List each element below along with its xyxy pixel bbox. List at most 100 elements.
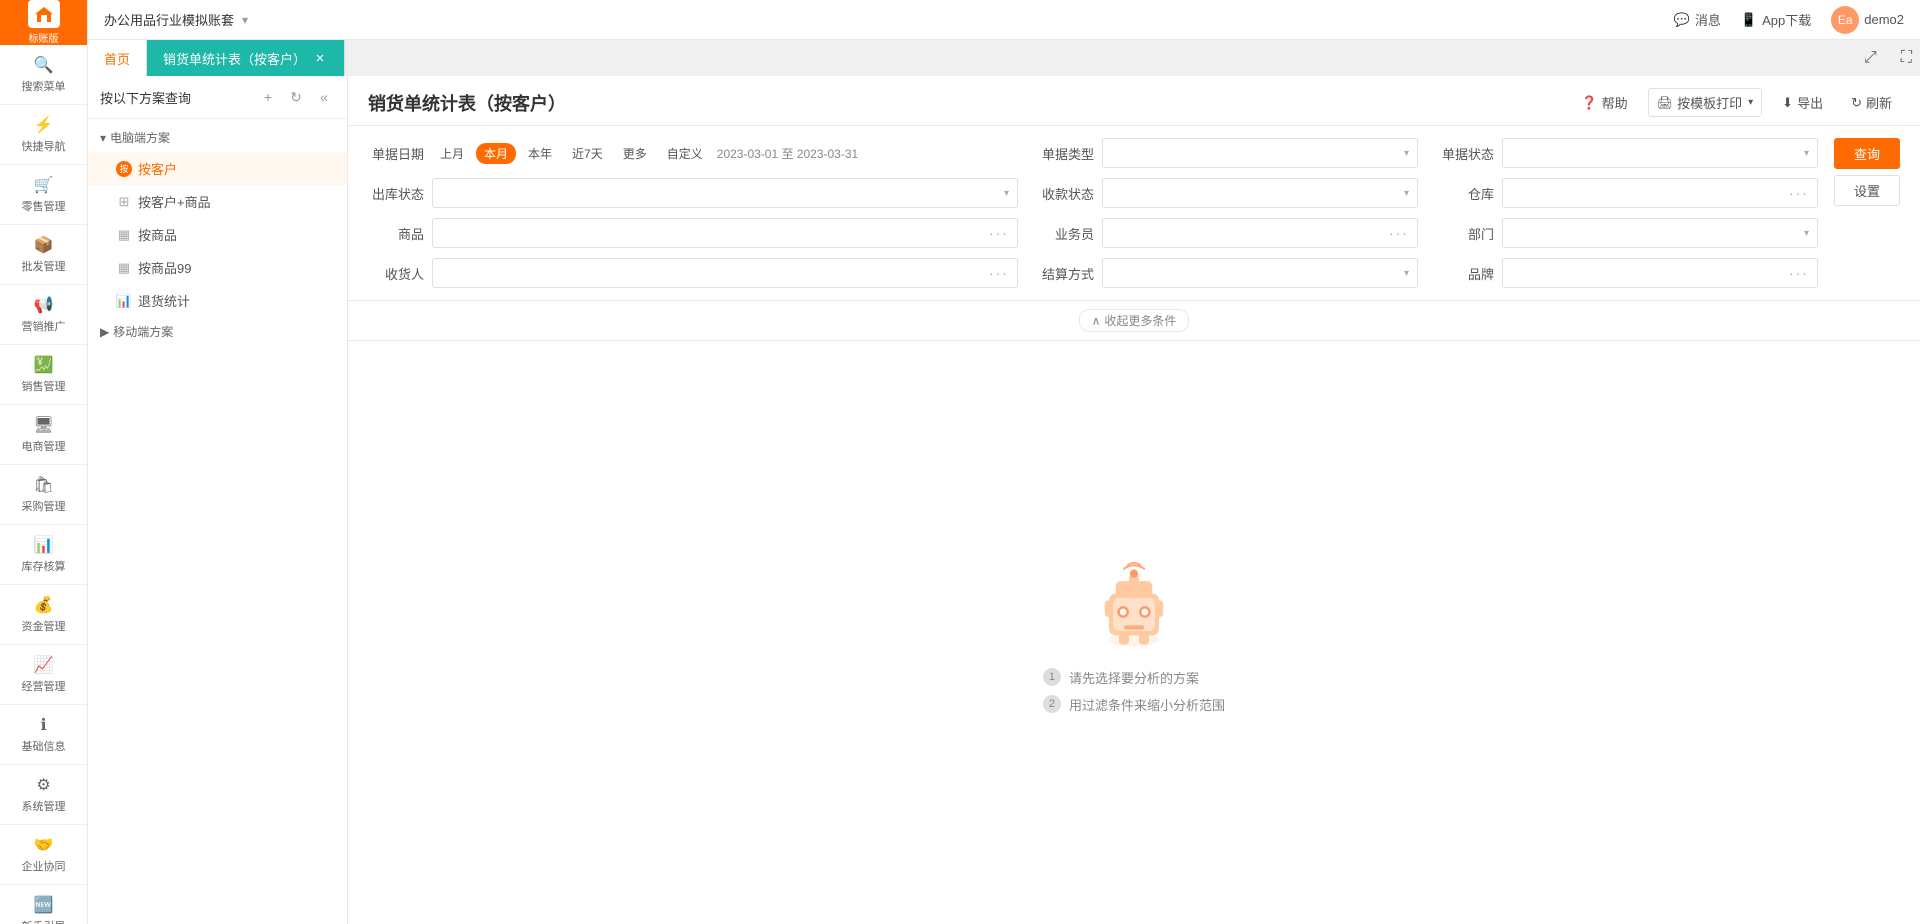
main-area: 办公用品行业模拟账套 ▾ 💬 消息 📱 App下载 Ea demo2 首页: [88, 0, 1920, 924]
sidebar-item-system[interactable]: ⚙ 系统管理: [0, 765, 87, 825]
logo-text: 标账版: [29, 30, 59, 45]
sidebar-item-marketing[interactable]: 📢 营销推广: [0, 285, 87, 345]
date-tab-custom[interactable]: 自定义: [659, 143, 711, 164]
filter-row-1: 单据日期 上月 本月 本年 近7天 更多 自定义: [368, 138, 1818, 168]
sidebar-item-purchase[interactable]: 🛍 采购管理: [0, 465, 87, 525]
scheme-group-mobile-label: 移动端方案: [113, 323, 173, 340]
nav-icon: ⚡: [34, 115, 54, 135]
scheme-by-product99-icon: ▦: [116, 260, 132, 276]
app-download-action[interactable]: 📱 App下载: [1741, 10, 1811, 29]
date-tab-7days[interactable]: 近7天: [564, 143, 611, 164]
date-tab-more[interactable]: 更多: [615, 143, 655, 164]
receiver-input[interactable]: ···: [432, 258, 1018, 288]
collapse-row: ∧ 收起更多条件: [348, 301, 1920, 341]
department-label: 部门: [1438, 224, 1494, 243]
stock-status-label: 出库状态: [368, 184, 424, 203]
payment-method-select[interactable]: ▾: [1102, 258, 1418, 288]
payment-method-arrow-icon: ▾: [1404, 268, 1409, 279]
search-icon: 🔍: [34, 55, 54, 75]
sidebar-item-search[interactable]: 🔍 搜索菜单: [0, 45, 87, 105]
help-label: 帮助: [1602, 93, 1628, 112]
scheme-item-customer-product[interactable]: ⊞ 按客户+商品: [88, 185, 347, 218]
date-tab-this-year[interactable]: 本年: [520, 143, 560, 164]
order-status-label: 单据状态: [1438, 144, 1494, 163]
scheme-by-customer-label: 按客户: [138, 159, 177, 178]
sidebar-item-nav[interactable]: ⚡ 快捷导航: [0, 105, 87, 165]
sidebar-item-enterprise[interactable]: 🤝 企业协同: [0, 825, 87, 885]
settings-button[interactable]: 设置: [1834, 175, 1900, 206]
sidebar-item-finance[interactable]: 💰 资金管理: [0, 585, 87, 645]
ecommerce-icon: 🖥: [34, 415, 54, 435]
sidebar-item-purchase-label: 采购管理: [22, 498, 66, 514]
empty-tip-1: 1 请先选择要分析的方案: [1043, 668, 1225, 687]
workspace-dropdown-icon[interactable]: ▾: [242, 13, 248, 27]
scheme-group-mobile[interactable]: ▶ 移动端方案: [88, 317, 347, 346]
filter-stock-status-item: 出库状态 ▾: [368, 178, 1018, 208]
product-input[interactable]: ···: [432, 218, 1018, 248]
tab-sales-report[interactable]: 销货单统计表（按客户） ✕: [147, 40, 345, 76]
filter-row-3: 商品 ··· 业务员 ···: [368, 218, 1818, 248]
scheme-item-by-customer[interactable]: 按 按客户: [88, 152, 347, 185]
sidebar-item-system-label: 系统管理: [22, 798, 66, 814]
filter-order-status-item: 单据状态 ▾: [1438, 138, 1818, 168]
sidebar-item-basic[interactable]: ℹ 基础信息: [0, 705, 87, 765]
message-action[interactable]: 💬 消息: [1674, 10, 1721, 29]
page-header-actions: ❓ 帮助 🖨 按模板打印 ▾ ⬇ 导出 ↻: [1573, 88, 1900, 117]
department-select[interactable]: ▾: [1502, 218, 1818, 248]
template-print-btn[interactable]: 🖨 按模板打印 ▾: [1648, 88, 1763, 117]
add-scheme-btn[interactable]: +: [257, 86, 279, 108]
sidebar-item-operation-label: 经营管理: [22, 678, 66, 694]
order-type-select[interactable]: ▾: [1102, 138, 1418, 168]
tab-home[interactable]: 首页: [88, 40, 147, 76]
order-status-select[interactable]: ▾: [1502, 138, 1818, 168]
scheme-item-return-stats[interactable]: 📊 退货统计: [88, 284, 347, 317]
sidebar-item-guide-label: 新手引导: [22, 918, 66, 924]
tab-expand-btn[interactable]: ⤢: [1852, 49, 1889, 67]
collapse-panel-btn[interactable]: «: [313, 86, 335, 108]
sidebar-item-operation[interactable]: 📈 经营管理: [0, 645, 87, 705]
date-tab-this-month[interactable]: 本月: [476, 143, 516, 164]
brand-input[interactable]: ···: [1502, 258, 1818, 288]
filter-order-type-item: 单据类型 ▾: [1038, 138, 1418, 168]
sidebar-item-ecommerce[interactable]: 🖥 电商管理: [0, 405, 87, 465]
refresh-label: 刷新: [1866, 93, 1892, 112]
scheme-by-customer-icon: 按: [116, 161, 132, 177]
template-dropdown-icon: ▾: [1748, 97, 1753, 108]
stock-status-select[interactable]: ▾: [432, 178, 1018, 208]
filter-payment-method-item: 结算方式 ▾: [1038, 258, 1418, 288]
order-type-label: 单据类型: [1038, 144, 1094, 163]
scheme-item-by-product99[interactable]: ▦ 按商品99: [88, 251, 347, 284]
message-icon: 💬: [1674, 12, 1690, 28]
tab-close-icon[interactable]: ✕: [312, 50, 328, 66]
sidebar-item-guide[interactable]: 🆕 新手引导: [0, 885, 87, 924]
product-label: 商品: [368, 224, 424, 243]
retail-icon: 🛒: [34, 175, 54, 195]
user-profile[interactable]: Ea demo2: [1831, 6, 1904, 34]
tip-number-2: 2: [1043, 695, 1061, 713]
date-tab-last-month[interactable]: 上月: [432, 143, 472, 164]
export-btn[interactable]: ⬇ 导出: [1774, 89, 1831, 116]
scheme-item-by-product[interactable]: ▦ 按商品: [88, 218, 347, 251]
refresh-scheme-btn[interactable]: ↻: [285, 86, 307, 108]
salesperson-input[interactable]: ···: [1102, 218, 1418, 248]
warehouse-input[interactable]: ···: [1502, 178, 1818, 208]
scheme-return-stats-label: 退货统计: [138, 291, 190, 310]
payment-status-select[interactable]: ▾: [1102, 178, 1418, 208]
wholesale-icon: 📦: [34, 235, 54, 255]
refresh-btn[interactable]: ↻ 刷新: [1843, 89, 1900, 116]
query-button[interactable]: 查询: [1834, 138, 1900, 169]
window-maximize-btn[interactable]: ⛶: [1893, 49, 1920, 67]
filter-brand-item: 品牌 ···: [1438, 258, 1818, 288]
filter-row-4: 收货人 ··· 结算方式 ▾: [368, 258, 1818, 288]
sidebar-item-retail[interactable]: 🛒 零售管理: [0, 165, 87, 225]
scheme-group-pc[interactable]: ▾ 电脑端方案: [88, 123, 347, 152]
template-print-icon: 🖨: [1657, 95, 1674, 111]
help-btn[interactable]: ❓ 帮助: [1573, 89, 1635, 116]
empty-state: 1 请先选择要分析的方案 2 用过滤条件来缩小分析范围: [348, 341, 1920, 924]
sidebar-item-wholesale[interactable]: 📦 批发管理: [0, 225, 87, 285]
brand-label: 品牌: [1438, 264, 1494, 283]
sidebar-item-inventory[interactable]: 📊 库存核算: [0, 525, 87, 585]
scheme-customer-product-label: 按客户+商品: [138, 192, 211, 211]
sidebar-item-sales[interactable]: 💹 销售管理: [0, 345, 87, 405]
collapse-more-btn[interactable]: ∧ 收起更多条件: [1079, 309, 1190, 332]
